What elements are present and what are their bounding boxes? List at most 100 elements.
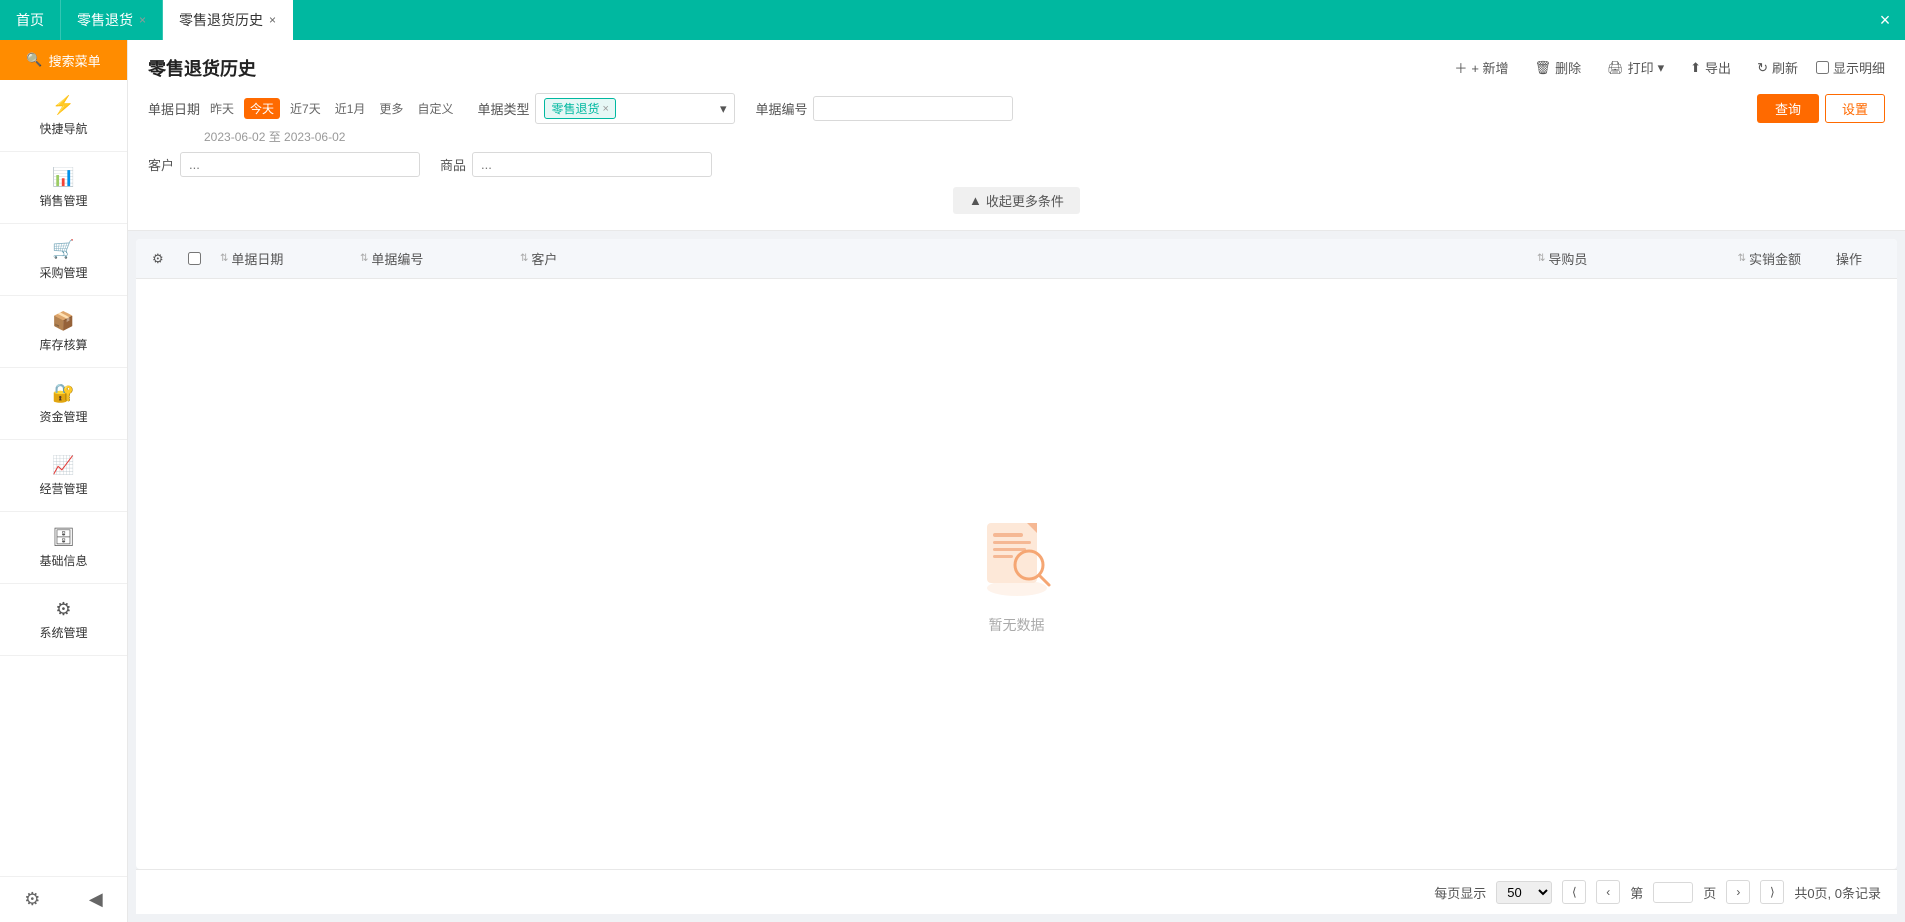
window-close-button[interactable]: × [1865, 0, 1905, 40]
goods-input[interactable] [472, 152, 712, 177]
goods-filter: 商品 [440, 152, 712, 177]
bill-type-tag-close[interactable]: × [602, 103, 608, 115]
top-bar: 首页 零售退货 × 零售退货历史 × × [0, 0, 1905, 40]
collapse-filters-button[interactable]: ▲ 收起更多条件 [953, 187, 1080, 214]
table-body: 暂无数据 [136, 279, 1897, 869]
empty-state: 暂无数据 [967, 513, 1067, 635]
sidebar-item-finance[interactable]: 🔐 资金管理 [0, 368, 127, 440]
refresh-label: 刷新 [1772, 58, 1798, 77]
th-guide-sort-icon: ⇅ [1537, 253, 1545, 264]
collapse-icon: ▲ [969, 193, 982, 208]
tab-retail-return-label: 零售退货 [77, 10, 133, 30]
show-detail-label: 显示明细 [1833, 58, 1885, 77]
sidebar-search[interactable]: 🔍 搜索菜单 [0, 40, 127, 80]
empty-illustration [967, 513, 1067, 603]
bill-type-chevron-icon: ▾ [720, 101, 727, 117]
sidebar: 🔍 搜索菜单 ⚡ 快捷导航 📊 销售管理 🛒 采购管理 📦 库存核算 🔐 资金管… [0, 40, 128, 922]
sidebar-item-inventory[interactable]: 📦 库存核算 [0, 296, 127, 368]
sales-icon: 📊 [53, 166, 75, 188]
total-records: 共0页, 0条记录 [1794, 883, 1881, 902]
bill-number-input[interactable] [813, 96, 1013, 121]
show-detail-input[interactable] [1816, 61, 1829, 74]
page-size-select[interactable]: 20 50 100 [1496, 881, 1552, 904]
customer-filter: 客户 [148, 152, 420, 177]
sidebar-item-quick-nav[interactable]: ⚡ 快捷导航 [0, 80, 127, 152]
bill-type-tag: 零售退货 × [544, 98, 615, 119]
next-page-button[interactable]: › [1726, 880, 1750, 904]
tab-retail-return-history-close[interactable]: × [269, 13, 276, 27]
last-page-button[interactable]: ⟩ [1760, 880, 1784, 904]
collapse-sidebar-icon[interactable]: ◀ [89, 889, 103, 910]
sidebar-item-operations[interactable]: 📈 经营管理 [0, 440, 127, 512]
settings-col-icon: ⚙ [152, 251, 164, 267]
export-icon: ⬆ [1690, 60, 1701, 76]
show-detail-checkbox[interactable]: 显示明细 [1816, 58, 1885, 77]
shortcut-today[interactable]: 今天 [244, 98, 280, 119]
customer-label: 客户 [148, 155, 174, 174]
page-header: 零售退货历史 ＋ + 新增 🗑 删除 🖨 打印 ▾ [128, 40, 1905, 231]
page-unit: 页 [1703, 883, 1716, 902]
new-button[interactable]: ＋ + 新增 [1446, 54, 1516, 81]
export-label: 导出 [1705, 58, 1731, 77]
date-filter: 单据日期 昨天 今天 近7天 近1月 更多 自定义 [148, 98, 457, 119]
first-page-button[interactable]: ⟨ [1562, 880, 1586, 904]
sidebar-item-finance-label: 资金管理 [39, 408, 87, 425]
bill-type-filter: 单据类型 零售退货 × ▾ [477, 93, 735, 124]
sidebar-bottom-icons: ⚙ ◀ [0, 876, 127, 922]
query-button[interactable]: 查询 [1757, 94, 1819, 123]
tab-retail-return-history[interactable]: 零售退货历史 × [163, 0, 293, 40]
collapse-label: 收起更多条件 [986, 191, 1064, 210]
th-bill-label: 单据编号 [371, 249, 423, 268]
search-icon: 🔍 [26, 52, 42, 68]
sidebar-item-system-label: 系统管理 [39, 624, 87, 641]
sidebar-item-quick-nav-label: 快捷导航 [39, 120, 87, 137]
purchase-icon: 🛒 [53, 238, 75, 260]
th-action-label: 操作 [1836, 249, 1862, 268]
finance-icon: 🔐 [53, 382, 75, 404]
bill-type-select[interactable]: 零售退货 × ▾ [535, 93, 735, 124]
tab-home-label: 首页 [16, 10, 44, 30]
shortcut-more[interactable]: 更多 [375, 98, 407, 119]
sidebar-item-basic-info[interactable]: 🗄 基础信息 [0, 512, 127, 584]
th-bill: ⇅ 单据编号 [352, 249, 512, 268]
delete-icon: 🗑 [1535, 60, 1552, 76]
customer-input[interactable] [180, 152, 420, 177]
sidebar-item-operations-label: 经营管理 [39, 480, 87, 497]
inventory-icon: 📦 [53, 310, 75, 332]
main-layout: 🔍 搜索菜单 ⚡ 快捷导航 📊 销售管理 🛒 采购管理 📦 库存核算 🔐 资金管… [0, 40, 1905, 922]
system-icon: ⚙ [53, 598, 75, 620]
select-all-checkbox[interactable] [188, 252, 201, 265]
sidebar-item-system[interactable]: ⚙ 系统管理 [0, 584, 127, 656]
th-check[interactable] [180, 252, 212, 265]
date-range-display: 2023-06-02 至 2023-06-02 [204, 130, 345, 144]
shortcut-yesterday[interactable]: 昨天 [206, 98, 238, 119]
print-button[interactable]: 🖨 打印 ▾ [1599, 54, 1672, 81]
tab-retail-return-close[interactable]: × [139, 13, 146, 27]
th-amount-sort-icon: ⇅ [1738, 253, 1746, 264]
print-icon: 🖨 [1607, 60, 1624, 76]
prev-page-button[interactable]: ‹ [1596, 880, 1620, 904]
table-area: ⚙ ⇅ 单据日期 ⇅ 单据编号 ⇅ 客户 ⇅ [136, 239, 1897, 869]
export-button[interactable]: ⬆ 导出 [1682, 54, 1739, 81]
shortcut-custom[interactable]: 自定义 [413, 98, 457, 119]
operations-icon: 📈 [53, 454, 75, 476]
sidebar-item-sales[interactable]: 📊 销售管理 [0, 152, 127, 224]
tab-retail-return[interactable]: 零售退货 × [61, 0, 163, 40]
toolbar: ＋ + 新增 🗑 删除 🖨 打印 ▾ ⬆ 导出 [1446, 54, 1885, 81]
delete-button[interactable]: 🗑 删除 [1527, 54, 1590, 81]
shortcut-1month[interactable]: 近1月 [331, 98, 370, 119]
page-title: 零售退货历史 [148, 55, 256, 81]
sidebar-item-purchase[interactable]: 🛒 采购管理 [0, 224, 127, 296]
th-action: 操作 [1809, 249, 1889, 268]
shortcut-7days[interactable]: 近7天 [286, 98, 325, 119]
goods-label: 商品 [440, 155, 466, 174]
print-label: 打印 [1628, 58, 1654, 77]
settings-bottom-icon[interactable]: ⚙ [24, 889, 40, 910]
th-customer-label: 客户 [531, 249, 557, 268]
tab-home[interactable]: 首页 [0, 0, 61, 40]
th-settings[interactable]: ⚙ [144, 251, 180, 267]
tab-retail-return-history-label: 零售退货历史 [179, 10, 263, 30]
settings-button[interactable]: 设置 [1825, 94, 1885, 123]
refresh-button[interactable]: ↻ 刷新 [1749, 54, 1806, 81]
page-number-input[interactable]: 1 [1653, 882, 1693, 903]
